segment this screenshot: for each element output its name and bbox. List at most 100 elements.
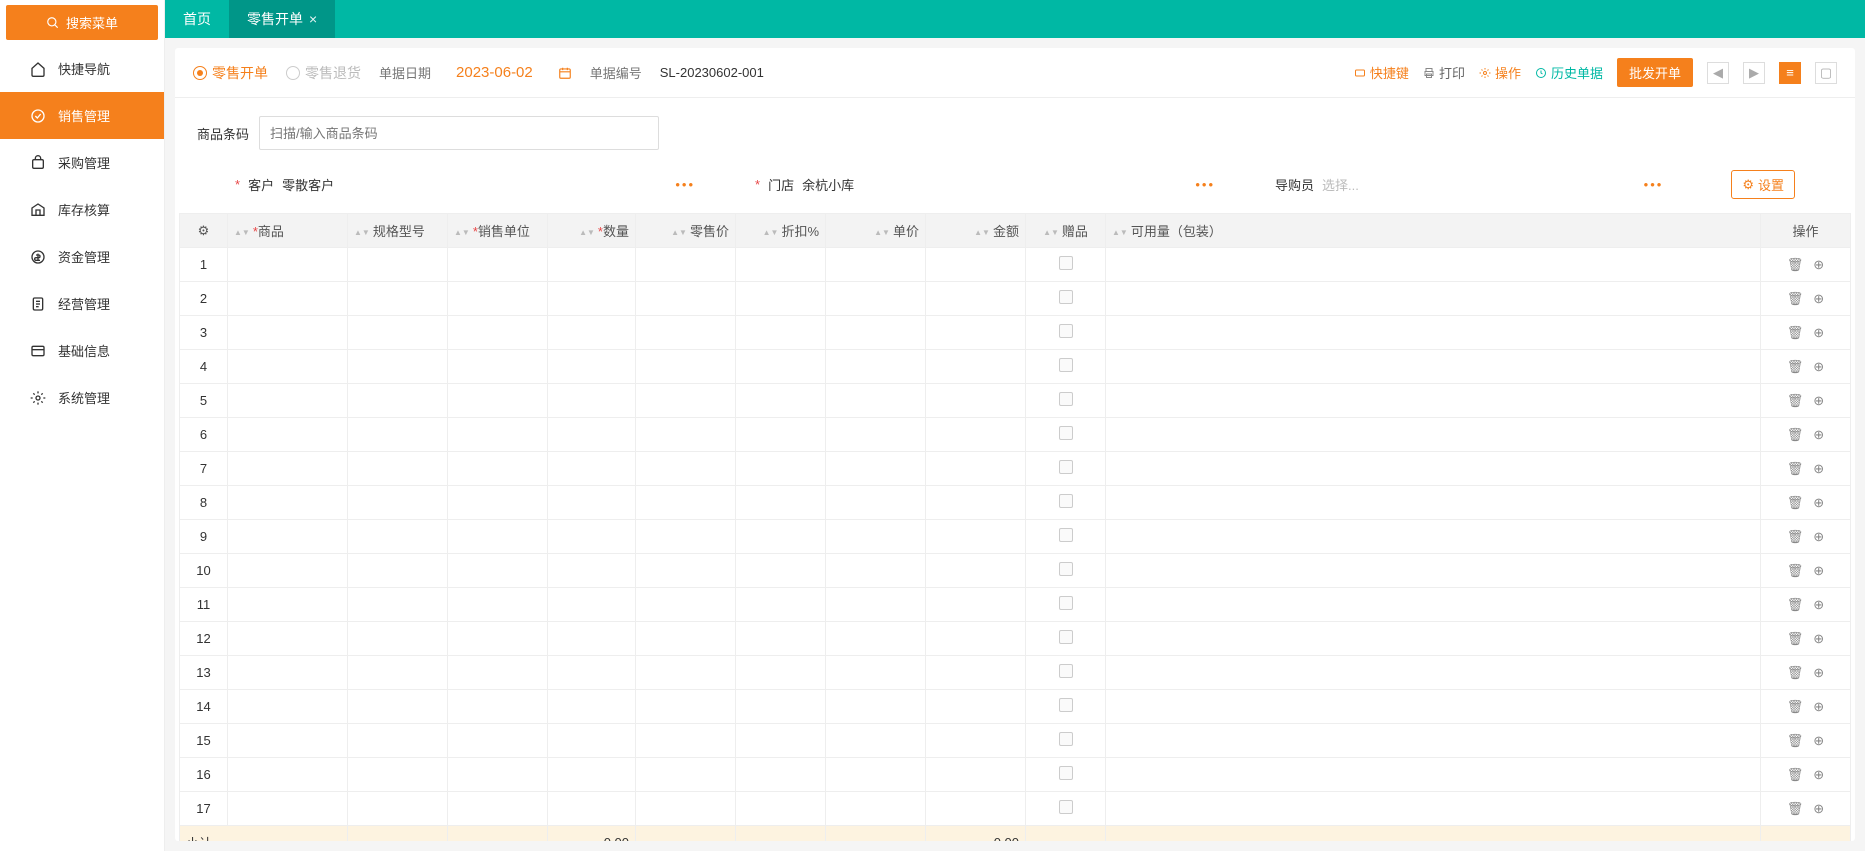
table-row[interactable]: 12🗑⊕ [180,622,1851,656]
sidebar-item-0[interactable]: 快捷导航 [0,45,164,92]
guide-picker[interactable]: ••• [1644,177,1724,192]
guide-value[interactable]: 选择... [1322,175,1442,194]
sidebar-item-5[interactable]: 经营管理 [0,280,164,327]
table-row[interactable]: 1🗑⊕ [180,248,1851,282]
table-row[interactable]: 13🗑⊕ [180,656,1851,690]
gift-checkbox[interactable] [1059,664,1073,678]
shortcut-button[interactable]: 快捷键 [1354,63,1409,82]
add-icon[interactable]: ⊕ [1813,767,1824,783]
customer-picker[interactable]: ••• [675,177,755,192]
delete-icon[interactable]: 🗑 [1787,495,1804,511]
col-product[interactable]: ▲▼*商品 [228,214,348,248]
gift-checkbox[interactable] [1059,698,1073,712]
sidebar-item-2[interactable]: 采购管理 [0,139,164,186]
store-picker[interactable]: ••• [1195,177,1275,192]
gift-checkbox[interactable] [1059,800,1073,814]
calendar-icon[interactable] [558,66,572,80]
delete-icon[interactable]: 🗑 [1787,665,1804,681]
table-row[interactable]: 14🗑⊕ [180,690,1851,724]
gift-checkbox[interactable] [1059,358,1073,372]
add-icon[interactable]: ⊕ [1813,733,1824,749]
add-icon[interactable]: ⊕ [1813,699,1824,715]
col-unit[interactable]: ▲▼*销售单位 [448,214,548,248]
col-stock[interactable]: ▲▼可用量（包装） [1106,214,1761,248]
col-discount[interactable]: ▲▼折扣% [736,214,826,248]
tab-home[interactable]: 首页 [165,0,229,38]
delete-icon[interactable]: 🗑 [1787,767,1804,783]
col-amount[interactable]: ▲▼金额 [926,214,1026,248]
add-icon[interactable]: ⊕ [1813,597,1824,613]
table-row[interactable]: 3🗑⊕ [180,316,1851,350]
date-value[interactable]: 2023-06-02 [449,60,540,85]
list-button[interactable]: ≡ [1779,62,1801,84]
table-row[interactable]: 8🗑⊕ [180,486,1851,520]
table-row[interactable]: 17🗑⊕ [180,792,1851,826]
customer-value[interactable]: 零散客户 [282,175,402,194]
table-row[interactable]: 10🗑⊕ [180,554,1851,588]
layout-button[interactable]: ▢ [1815,62,1837,84]
prev-button[interactable]: ◀ [1707,62,1729,84]
sidebar-item-6[interactable]: 基础信息 [0,327,164,374]
gift-checkbox[interactable] [1059,392,1073,406]
delete-icon[interactable]: 🗑 [1787,529,1804,545]
next-button[interactable]: ▶ [1743,62,1765,84]
table-row[interactable]: 9🗑⊕ [180,520,1851,554]
sidebar-item-7[interactable]: 系统管理 [0,374,164,421]
delete-icon[interactable]: 🗑 [1787,325,1804,341]
table-row[interactable]: 5🗑⊕ [180,384,1851,418]
delete-icon[interactable]: 🗑 [1787,733,1804,749]
add-icon[interactable]: ⊕ [1813,257,1824,273]
col-gift[interactable]: ▲▼赠品 [1026,214,1106,248]
add-icon[interactable]: ⊕ [1813,291,1824,307]
gift-checkbox[interactable] [1059,426,1073,440]
sidebar-item-1[interactable]: 销售管理 [0,92,164,139]
add-icon[interactable]: ⊕ [1813,563,1824,579]
gift-checkbox[interactable] [1059,460,1073,474]
delete-icon[interactable]: 🗑 [1787,563,1804,579]
radio-retail-order[interactable]: 零售开单 [193,63,268,83]
barcode-input[interactable] [259,116,659,150]
close-icon[interactable]: × [309,11,317,27]
gift-checkbox[interactable] [1059,732,1073,746]
bulk-order-button[interactable]: 批发开单 [1617,58,1693,87]
table-row[interactable]: 11🗑⊕ [180,588,1851,622]
gift-checkbox[interactable] [1059,630,1073,644]
print-button[interactable]: 打印 [1423,63,1465,82]
gift-checkbox[interactable] [1059,494,1073,508]
col-spec[interactable]: ▲▼规格型号 [348,214,448,248]
add-icon[interactable]: ⊕ [1813,801,1824,817]
add-icon[interactable]: ⊕ [1813,529,1824,545]
gift-checkbox[interactable] [1059,528,1073,542]
col-price[interactable]: ▲▼零售价 [636,214,736,248]
add-icon[interactable]: ⊕ [1813,631,1824,647]
table-row[interactable]: 6🗑⊕ [180,418,1851,452]
add-icon[interactable]: ⊕ [1813,359,1824,375]
gift-checkbox[interactable] [1059,766,1073,780]
delete-icon[interactable]: 🗑 [1787,393,1804,409]
table-row[interactable]: 15🗑⊕ [180,724,1851,758]
table-row[interactable]: 4🗑⊕ [180,350,1851,384]
sidebar-item-3[interactable]: 库存核算 [0,186,164,233]
delete-icon[interactable]: 🗑 [1787,291,1804,307]
delete-icon[interactable]: 🗑 [1787,427,1804,443]
delete-icon[interactable]: 🗑 [1787,699,1804,715]
col-gear[interactable]: ⚙ [180,214,228,248]
add-icon[interactable]: ⊕ [1813,427,1824,443]
sidebar-item-4[interactable]: 资金管理 [0,233,164,280]
table-row[interactable]: 16🗑⊕ [180,758,1851,792]
table-row[interactable]: 2🗑⊕ [180,282,1851,316]
gift-checkbox[interactable] [1059,256,1073,270]
action-button[interactable]: 操作 [1479,63,1521,82]
delete-icon[interactable]: 🗑 [1787,631,1804,647]
gift-checkbox[interactable] [1059,324,1073,338]
add-icon[interactable]: ⊕ [1813,495,1824,511]
gift-checkbox[interactable] [1059,596,1073,610]
tab-retail-order[interactable]: 零售开单× [229,0,335,38]
add-icon[interactable]: ⊕ [1813,393,1824,409]
search-menu-button[interactable]: 搜索菜单 [6,5,158,40]
gift-checkbox[interactable] [1059,562,1073,576]
delete-icon[interactable]: 🗑 [1787,461,1804,477]
add-icon[interactable]: ⊕ [1813,325,1824,341]
delete-icon[interactable]: 🗑 [1787,257,1804,273]
gift-checkbox[interactable] [1059,290,1073,304]
